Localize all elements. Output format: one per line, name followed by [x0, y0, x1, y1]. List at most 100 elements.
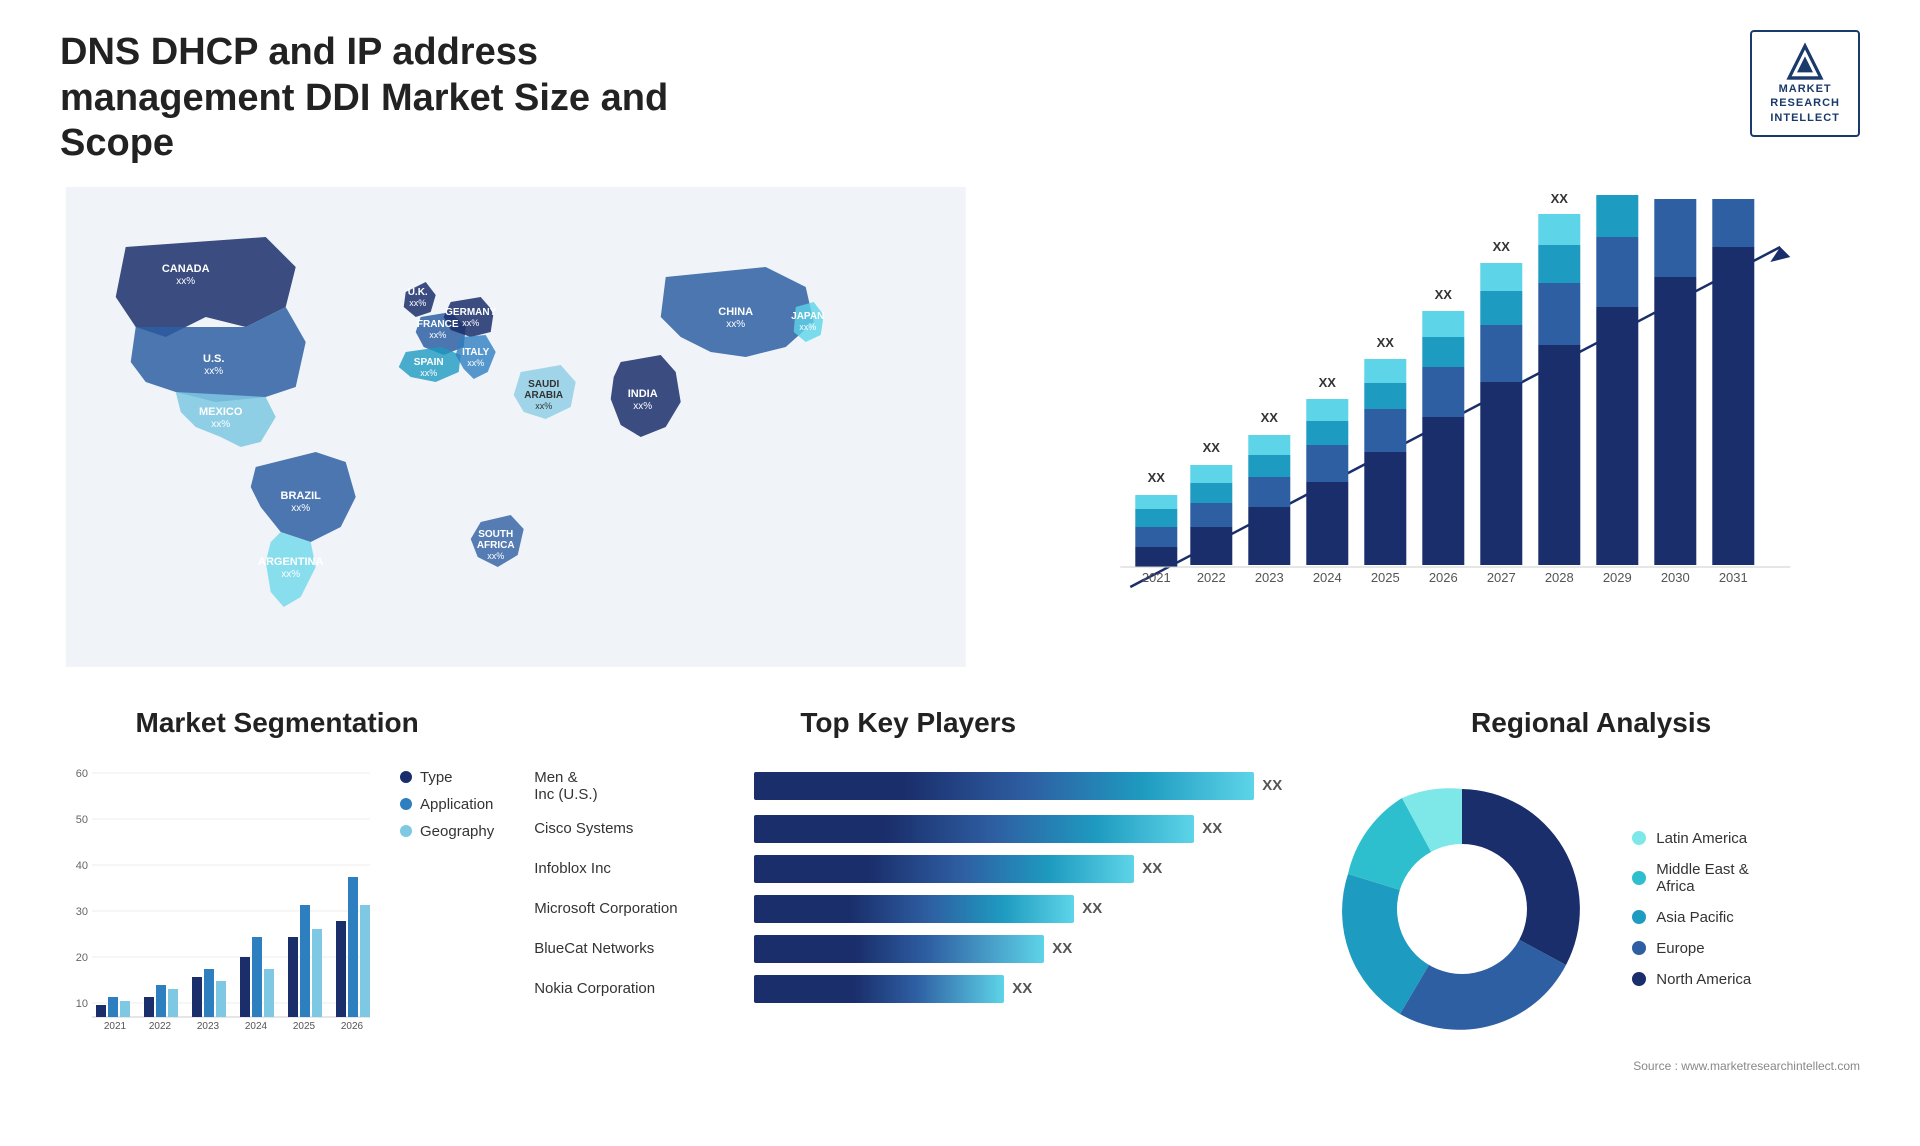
player-row-1: Cisco Systems XX — [534, 815, 1282, 843]
svg-text:2027: 2027 — [1487, 570, 1516, 585]
segmentation-legend: Type Application Geography — [400, 769, 494, 840]
legend-apac: Asia Pacific — [1632, 909, 1751, 926]
legend-dot-application — [400, 798, 412, 810]
segmentation-chart-svg: 60 50 40 30 20 10 — [60, 759, 380, 1039]
svg-text:2025: 2025 — [1371, 570, 1400, 585]
page-title: DNS DHCP and IP address management DDI M… — [60, 30, 760, 167]
player-bar-5 — [754, 975, 1004, 1003]
legend-label-type: Type — [420, 769, 453, 786]
svg-text:50: 50 — [76, 814, 88, 826]
svg-text:XX: XX — [1377, 335, 1395, 350]
regional-legend: Latin America Middle East &Africa Asia P… — [1632, 830, 1751, 988]
legend-dot-type — [400, 771, 412, 783]
logo-icon — [1780, 42, 1830, 82]
bottom-section: Market Segmentation 60 50 40 30 20 10 — [60, 707, 1860, 1087]
player-bar-area-1: XX — [754, 815, 1282, 843]
svg-text:XX: XX — [1435, 287, 1453, 302]
svg-text:xx%: xx% — [799, 322, 816, 332]
svg-text:XX: XX — [1609, 187, 1627, 190]
legend-label-application: Application — [420, 796, 493, 813]
regional-analysis-section: Regional Analysis — [1322, 707, 1860, 1087]
top-section: CANADA xx% U.S. xx% MEXICO xx% BRAZIL xx… — [60, 187, 1860, 667]
svg-text:2031: 2031 — [1719, 570, 1748, 585]
legend-dot-north-america — [1632, 972, 1646, 986]
svg-text:2026: 2026 — [1429, 570, 1458, 585]
player-name-3: Microsoft Corporation — [534, 900, 744, 917]
svg-text:ARGENTINA: ARGENTINA — [258, 556, 323, 568]
regional-title: Regional Analysis — [1322, 707, 1860, 739]
player-value-4: XX — [1052, 940, 1072, 957]
svg-text:ARABIA: ARABIA — [524, 390, 563, 401]
svg-text:GERMANY: GERMANY — [445, 307, 496, 318]
player-bar-1 — [754, 815, 1194, 843]
svg-text:2028: 2028 — [1545, 570, 1574, 585]
svg-text:xx%: xx% — [291, 503, 310, 514]
svg-text:xx%: xx% — [409, 298, 426, 308]
player-bar-area-4: XX — [754, 935, 1282, 963]
svg-text:CHINA: CHINA — [718, 306, 753, 318]
svg-text:AFRICA: AFRICA — [477, 540, 515, 551]
legend-application: Application — [400, 796, 494, 813]
players-list: Men &Inc (U.S.) XX Cisco Systems XX Info… — [534, 759, 1282, 1003]
legend-label-geography: Geography — [420, 823, 494, 840]
segmentation-section: Market Segmentation 60 50 40 30 20 10 — [60, 707, 494, 1087]
legend-europe: Europe — [1632, 940, 1751, 957]
player-bar-0 — [754, 772, 1254, 800]
svg-text:2029: 2029 — [1603, 570, 1632, 585]
legend-dot-latin — [1632, 831, 1646, 845]
player-value-5: XX — [1012, 980, 1032, 997]
player-bar-area-5: XX — [754, 975, 1282, 1003]
svg-text:XX: XX — [1148, 470, 1166, 485]
map-container: CANADA xx% U.S. xx% MEXICO xx% BRAZIL xx… — [60, 187, 971, 667]
donut-container: Latin America Middle East &Africa Asia P… — [1322, 759, 1860, 1049]
svg-text:xx%: xx% — [726, 319, 745, 330]
player-name-1: Cisco Systems — [534, 820, 744, 837]
legend-north-america: North America — [1632, 971, 1751, 988]
key-players-title: Top Key Players — [534, 707, 1282, 739]
svg-text:BRAZIL: BRAZIL — [281, 490, 322, 502]
player-name-0: Men &Inc (U.S.) — [534, 769, 744, 803]
svg-text:XX: XX — [1261, 410, 1279, 425]
legend-dot-mea — [1632, 871, 1646, 885]
legend-dot-geography — [400, 825, 412, 837]
player-bar-2 — [754, 855, 1134, 883]
svg-text:ITALY: ITALY — [462, 347, 490, 358]
donut-chart-svg — [1322, 769, 1602, 1049]
svg-text:2022: 2022 — [149, 1021, 172, 1032]
svg-text:xx%: xx% — [429, 330, 446, 340]
svg-text:INDIA: INDIA — [628, 388, 658, 400]
player-bar-4 — [754, 935, 1044, 963]
svg-text:2022: 2022 — [1197, 570, 1226, 585]
svg-text:2021: 2021 — [104, 1021, 127, 1032]
player-bar-area-3: XX — [754, 895, 1282, 923]
legend-label-mea: Middle East &Africa — [1656, 861, 1749, 895]
svg-text:SOUTH: SOUTH — [478, 529, 513, 540]
svg-text:2026: 2026 — [341, 1021, 364, 1032]
svg-text:SAUDI: SAUDI — [528, 379, 559, 390]
svg-text:XX: XX — [1203, 440, 1221, 455]
growth-chart-svg: XX XX XX XX — [1031, 187, 1860, 667]
logo-text: MARKETRESEARCHINTELLECT — [1770, 82, 1840, 125]
segmentation-title: Market Segmentation — [60, 707, 494, 739]
svg-text:2024: 2024 — [245, 1021, 268, 1032]
svg-text:XX: XX — [1319, 375, 1337, 390]
svg-text:xx%: xx% — [420, 368, 437, 378]
header: DNS DHCP and IP address management DDI M… — [60, 30, 1860, 167]
svg-text:XX: XX — [1551, 191, 1569, 206]
player-value-1: XX — [1202, 820, 1222, 837]
world-map-svg: CANADA xx% U.S. xx% MEXICO xx% BRAZIL xx… — [60, 187, 971, 667]
svg-text:10: 10 — [76, 998, 88, 1010]
legend-mea: Middle East &Africa — [1632, 861, 1751, 895]
legend-label-north-america: North America — [1656, 971, 1751, 988]
svg-text:MEXICO: MEXICO — [199, 406, 243, 418]
svg-text:2025: 2025 — [293, 1021, 316, 1032]
player-bar-area-0: XX — [754, 772, 1282, 800]
svg-text:U.S.: U.S. — [203, 353, 224, 365]
legend-latin-america: Latin America — [1632, 830, 1751, 847]
svg-text:xx%: xx% — [204, 366, 223, 377]
svg-text:2023: 2023 — [1255, 570, 1284, 585]
svg-text:xx%: xx% — [633, 401, 652, 412]
player-name-4: BlueCat Networks — [534, 940, 744, 957]
svg-text:CANADA: CANADA — [162, 263, 210, 275]
player-row-4: BlueCat Networks XX — [534, 935, 1282, 963]
